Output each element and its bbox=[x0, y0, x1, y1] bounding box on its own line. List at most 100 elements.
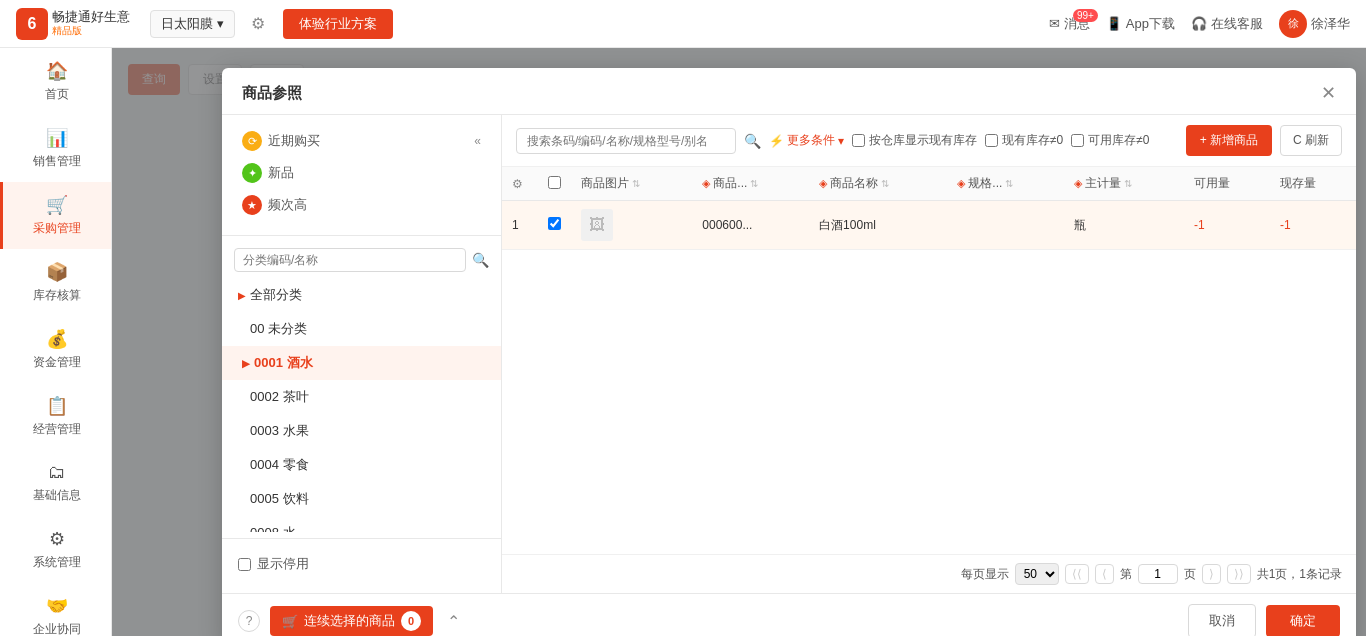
quick-link-frequent[interactable]: ★ 频次高 bbox=[232, 189, 491, 221]
row-code: 000600... bbox=[692, 201, 809, 250]
gear-button[interactable]: ⚙ bbox=[243, 9, 273, 39]
quick-link-recent[interactable]: ⟳ 近期购买 « bbox=[232, 125, 491, 157]
inventory-icon: 📦 bbox=[46, 261, 68, 283]
right-panel: 🔍 ⚡ 更多条件 ▾ 按仓库显示现有库存 现有库存≠0 bbox=[502, 115, 1356, 593]
sidebar: 🏠 首页 📊 销售管理 🛒 采购管理 📦 库存核算 💰 资金管理 📋 经营管理 … bbox=[0, 48, 112, 636]
filter-chevron-icon: ▾ bbox=[838, 134, 844, 148]
sidebar-item-enterprise[interactable]: 🤝 企业协同 bbox=[0, 583, 111, 636]
info-icon: 🗂 bbox=[48, 462, 66, 483]
new-icon: ✦ bbox=[242, 163, 262, 183]
modal-header: 商品参照 ✕ bbox=[222, 68, 1356, 115]
cart-count-badge: 0 bbox=[401, 611, 421, 631]
name-sort-icon: ⇅ bbox=[881, 178, 889, 189]
right-toolbar: 🔍 ⚡ 更多条件 ▾ 按仓库显示现有库存 现有库存≠0 bbox=[502, 115, 1356, 167]
operations-icon: 📋 bbox=[46, 395, 68, 417]
row-select-checkbox[interactable] bbox=[548, 217, 561, 230]
stock-not-zero-checkbox[interactable] bbox=[985, 134, 998, 147]
category-item-00[interactable]: 00 未分类 bbox=[222, 312, 501, 346]
confirm-button[interactable]: 确定 bbox=[1266, 605, 1340, 636]
row-available: -1 bbox=[1184, 201, 1270, 250]
checkbox-warehouse[interactable]: 按仓库显示现有库存 bbox=[852, 132, 977, 149]
enterprise-icon: 🤝 bbox=[46, 595, 68, 617]
system-icon: ⚙ bbox=[49, 528, 65, 550]
checkbox-stock-not-zero[interactable]: 现有库存≠0 bbox=[985, 132, 1063, 149]
spec-sort-icon: ⇅ bbox=[1005, 178, 1013, 189]
product-table-wrapper: ⚙ 商品图片 ⇅ bbox=[502, 167, 1356, 554]
table-row[interactable]: 1 🖼 000600... 白酒100ml bbox=[502, 201, 1356, 250]
add-product-button[interactable]: + 新增商品 bbox=[1186, 125, 1272, 156]
recent-icon: ⟳ bbox=[242, 131, 262, 151]
category-item-0002[interactable]: 0002 茶叶 bbox=[222, 380, 501, 414]
sidebar-item-operations[interactable]: 📋 经营管理 bbox=[0, 383, 111, 450]
warehouse-checkbox[interactable] bbox=[852, 134, 865, 147]
topbar-right: ✉ 消息 99+ 📱 App下载 🎧 在线客服 徐 徐泽华 bbox=[1049, 10, 1350, 38]
prev-page-button[interactable]: ⟨ bbox=[1095, 564, 1114, 584]
col-image: 商品图片 ⇅ bbox=[571, 167, 692, 201]
filter-button[interactable]: ⚡ 更多条件 ▾ bbox=[769, 132, 844, 149]
category-item-0008[interactable]: 0008 水 bbox=[222, 516, 501, 532]
name-sort[interactable]: ◈ 商品名称 ⇅ bbox=[819, 175, 937, 192]
sidebar-item-basic-info[interactable]: 🗂 基础信息 bbox=[0, 450, 111, 516]
content-area: 查询 设置 刷新 商品参照 ✕ ⟳ 近期购买 bbox=[112, 48, 1366, 636]
show-disabled-checkbox[interactable] bbox=[238, 558, 251, 571]
unit-sort-icon: ⇅ bbox=[1124, 178, 1132, 189]
next-page-button[interactable]: ⟩ bbox=[1202, 564, 1221, 584]
row-spec bbox=[947, 201, 1064, 250]
refresh-button[interactable]: C 刷新 bbox=[1280, 125, 1342, 156]
app-download-button[interactable]: 📱 App下载 bbox=[1106, 15, 1175, 33]
collapse-button[interactable]: « bbox=[474, 134, 481, 148]
sidebar-item-finance[interactable]: 💰 资金管理 bbox=[0, 316, 111, 383]
category-item-0005[interactable]: 0005 饮料 bbox=[222, 482, 501, 516]
category-list: ▶ 全部分类 00 未分类 ▶ 0001 酒水 0002 茶叶 bbox=[222, 278, 501, 532]
cart-collapse-icon[interactable]: ⌃ bbox=[447, 612, 460, 631]
sidebar-item-home[interactable]: 🏠 首页 bbox=[0, 48, 111, 115]
user-menu[interactable]: 徐 徐泽华 bbox=[1279, 10, 1350, 38]
modal-title: 商品参照 bbox=[242, 84, 302, 103]
online-service-button[interactable]: 🎧 在线客服 bbox=[1191, 15, 1263, 33]
sidebar-item-inventory[interactable]: 📦 库存核算 bbox=[0, 249, 111, 316]
arrow-icon: ▶ bbox=[238, 290, 246, 301]
select-all-checkbox[interactable] bbox=[548, 176, 561, 189]
first-page-button[interactable]: ⟨⟨ bbox=[1065, 564, 1089, 584]
col-unit: ◈ 主计量 ⇅ bbox=[1064, 167, 1184, 201]
company-selector[interactable]: 日太阳膜 ▾ bbox=[150, 10, 235, 38]
col-settings[interactable]: ⚙ bbox=[502, 167, 538, 201]
help-button[interactable]: ? bbox=[238, 610, 260, 632]
page-number-input[interactable] bbox=[1138, 564, 1178, 584]
filter-icon: ⚡ bbox=[769, 134, 784, 148]
product-search-input[interactable] bbox=[516, 128, 736, 154]
show-disabled-option[interactable]: 显示停用 bbox=[222, 545, 501, 583]
message-button[interactable]: ✉ 消息 99+ bbox=[1049, 15, 1090, 33]
sidebar-item-sales[interactable]: 📊 销售管理 bbox=[0, 115, 111, 182]
quick-link-new[interactable]: ✦ 新品 bbox=[232, 157, 491, 189]
col-name-sort-icon: ◈ bbox=[819, 177, 827, 190]
per-page-select[interactable]: 50 bbox=[1015, 563, 1059, 585]
category-item-0003[interactable]: 0003 水果 bbox=[222, 414, 501, 448]
logo: 6 畅捷通好生意 精品版 bbox=[16, 8, 130, 40]
unit-sort[interactable]: ◈ 主计量 ⇅ bbox=[1074, 175, 1174, 192]
purchase-icon: 🛒 bbox=[46, 194, 68, 216]
category-item-0004[interactable]: 0004 零食 bbox=[222, 448, 501, 482]
trial-button[interactable]: 体验行业方案 bbox=[283, 9, 393, 39]
column-settings-icon[interactable]: ⚙ bbox=[512, 177, 523, 191]
checkbox-available-not-zero[interactable]: 可用库存≠0 bbox=[1071, 132, 1149, 149]
col-unit-sort-icon: ◈ bbox=[1074, 177, 1082, 190]
category-search-box: 🔍 bbox=[222, 242, 501, 278]
cart-button[interactable]: 🛒 连续选择的商品 0 bbox=[270, 606, 433, 636]
category-search-icon[interactable]: 🔍 bbox=[472, 252, 489, 268]
product-thumbnail: 🖼 bbox=[581, 209, 613, 241]
sidebar-item-system[interactable]: ⚙ 系统管理 bbox=[0, 516, 111, 583]
sidebar-item-purchase[interactable]: 🛒 采购管理 bbox=[0, 182, 111, 249]
category-search-input[interactable] bbox=[234, 248, 466, 272]
row-checkbox[interactable] bbox=[538, 201, 571, 250]
category-item-0001[interactable]: ▶ 0001 酒水 bbox=[222, 346, 501, 380]
image-sort[interactable]: 商品图片 ⇅ bbox=[581, 175, 682, 192]
last-page-button[interactable]: ⟩⟩ bbox=[1227, 564, 1251, 584]
available-not-zero-checkbox[interactable] bbox=[1071, 134, 1084, 147]
cancel-button[interactable]: 取消 bbox=[1188, 604, 1256, 636]
code-sort[interactable]: ◈ 商品... ⇅ bbox=[702, 175, 799, 192]
modal-close-button[interactable]: ✕ bbox=[1321, 82, 1336, 104]
category-item-all[interactable]: ▶ 全部分类 bbox=[222, 278, 501, 312]
spec-sort[interactable]: ◈ 规格... ⇅ bbox=[957, 175, 1054, 192]
product-search-icon[interactable]: 🔍 bbox=[744, 133, 761, 149]
